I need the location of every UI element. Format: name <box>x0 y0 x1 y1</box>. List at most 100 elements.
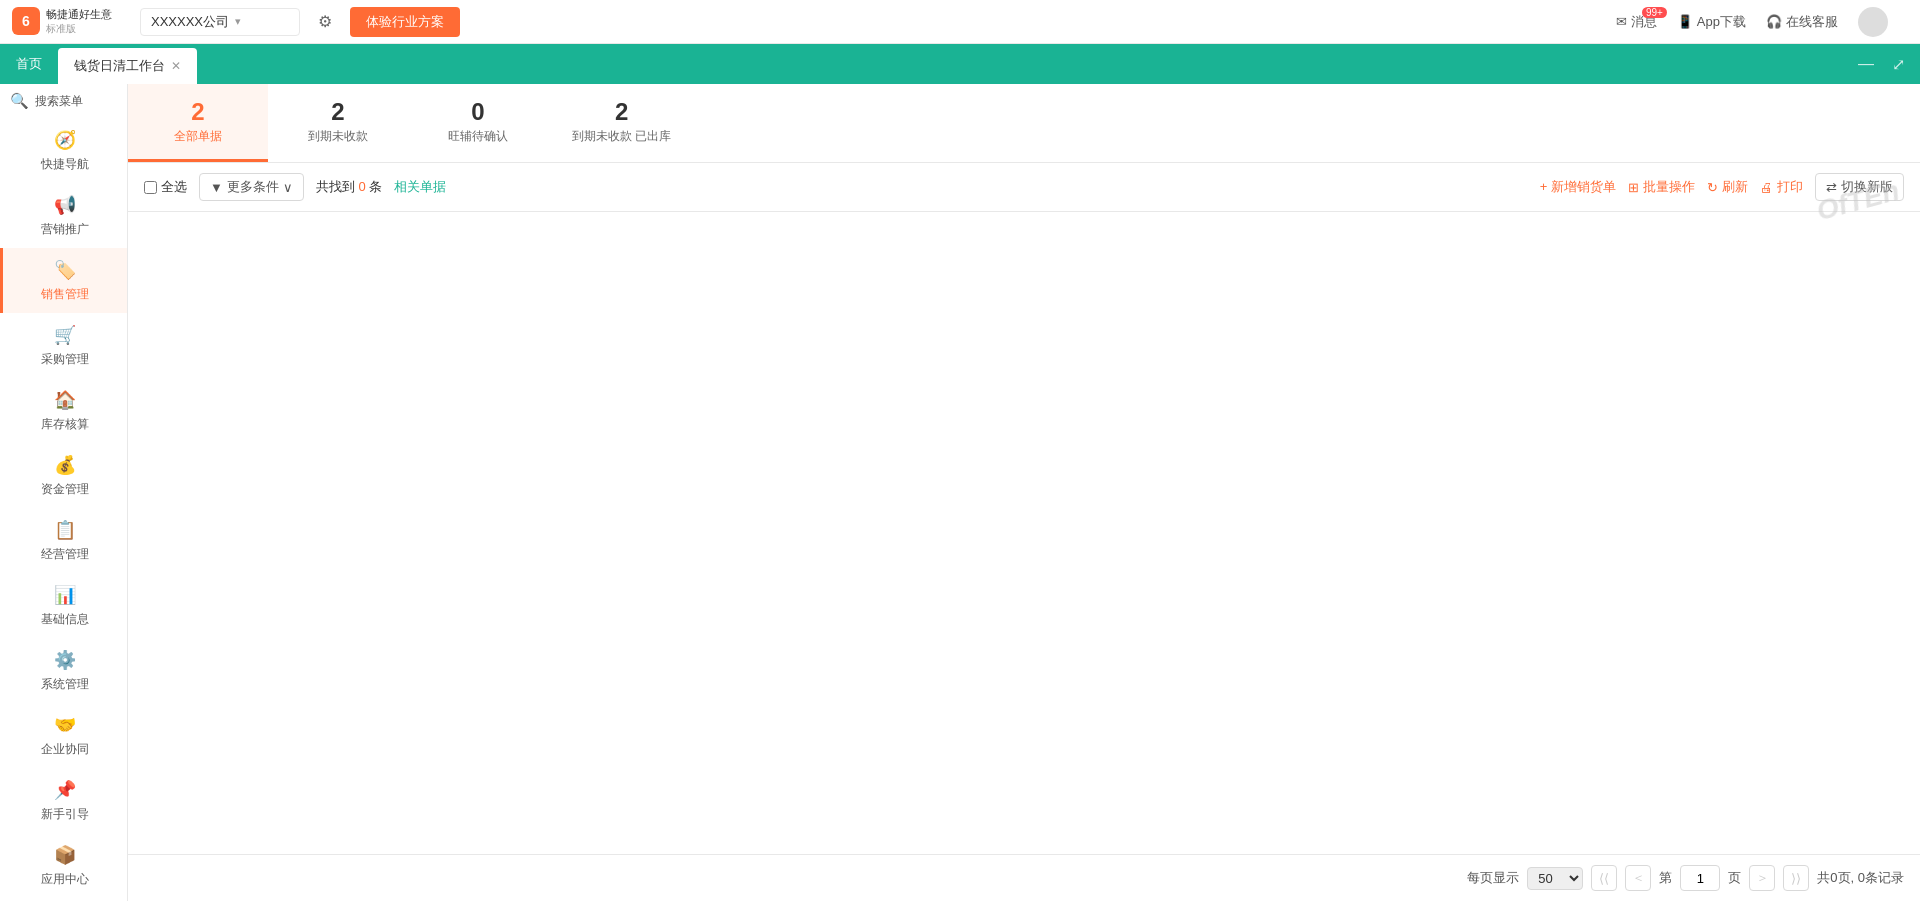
sidebar-item-label: 采购管理 <box>41 351 89 368</box>
sidebar-item-quick-nav[interactable]: 🧭 快捷导航 <box>0 118 127 183</box>
found-text: 共找到 0 条 <box>316 178 382 196</box>
tab-minimize-button[interactable]: — <box>1852 50 1880 78</box>
filter-dropdown-icon: ∨ <box>283 180 293 195</box>
toolbar-right: + 新增销货单 ⊞ 批量操作 ↻ 刷新 🖨 打印 ⇄ 切换新版 <box>1540 173 1904 201</box>
tab-maximize-button[interactable]: ⤢ <box>1884 50 1912 78</box>
sidebar: 🔍 搜索菜单 🧭 快捷导航 📢 营销推广 🏷️ 销售管理 🛒 采购管理 🏠 库存… <box>0 84 128 901</box>
enterprise-icon: 🤝 <box>53 713 77 737</box>
stat-card-all[interactable]: 2 全部单据 <box>128 84 268 162</box>
per-page-select[interactable]: 50 10 20 100 <box>1527 867 1583 890</box>
add-sales-button[interactable]: + 新增销货单 <box>1540 178 1616 196</box>
page-last-button[interactable]: ⟩⟩ <box>1783 865 1809 891</box>
tab-money-goods[interactable]: 钱货日清工作台 ✕ <box>58 48 197 84</box>
nav-tabs-right: — ⤢ <box>1852 44 1920 84</box>
sidebar-item-label: 资金管理 <box>41 481 89 498</box>
operation-icon: 📋 <box>53 518 77 542</box>
page-prev-button[interactable]: ＜ <box>1625 865 1651 891</box>
messages-button[interactable]: ✉ 消息 99+ <box>1616 13 1657 31</box>
stat-label-pending: 旺辅待确认 <box>448 128 508 145</box>
experience-button[interactable]: 体验行业方案 <box>350 7 460 37</box>
found-count: 0 <box>359 179 366 194</box>
inventory-icon: 🏠 <box>53 388 77 412</box>
logo-area: 6 畅捷通好生意 标准版 <box>12 7 140 35</box>
stat-card-shipped[interactable]: 2 到期未收款 已出库 <box>548 84 695 162</box>
sidebar-item-inventory[interactable]: 🏠 库存核算 <box>0 378 127 443</box>
refresh-button[interactable]: ↻ 刷新 <box>1707 178 1748 196</box>
switch-button[interactable]: ⇄ 切换新版 <box>1815 173 1904 201</box>
sidebar-item-label: 库存核算 <box>41 416 89 433</box>
sidebar-item-sales[interactable]: 🏷️ 销售管理 <box>0 248 127 313</box>
sidebar-item-label: 企业协同 <box>41 741 89 758</box>
total-info: 共0页, 0条记录 <box>1817 869 1904 887</box>
sidebar-item-basic-info[interactable]: 📊 基础信息 <box>0 573 127 638</box>
app-center-icon: 📦 <box>53 843 77 867</box>
service-icon: 🎧 <box>1766 14 1782 29</box>
sidebar-item-system[interactable]: ⚙️ 系统管理 <box>0 638 127 703</box>
nav-tabs: 首页 钱货日清工作台 ✕ — ⤢ <box>0 44 1920 84</box>
tab-close-icon[interactable]: ✕ <box>171 59 181 73</box>
batch-button[interactable]: ⊞ 批量操作 <box>1628 178 1695 196</box>
stat-number-shipped: 2 <box>615 98 628 126</box>
top-header: 6 畅捷通好生意 标准版 XXXXXX公司 ▾ ⚙ 体验行业方案 ✉ 消息 99… <box>0 0 1920 44</box>
table-area <box>128 212 1920 854</box>
page-unit: 页 <box>1728 869 1741 887</box>
guide-icon: 📌 <box>53 778 77 802</box>
select-all-label: 全选 <box>161 178 187 196</box>
finance-icon: 💰 <box>53 453 77 477</box>
app-version: 标准版 <box>46 22 112 36</box>
sales-icon: 🏷️ <box>53 258 77 282</box>
download-icon: 📱 <box>1677 14 1693 29</box>
sidebar-item-marketing[interactable]: 📢 营销推广 <box>0 183 127 248</box>
sidebar-item-purchase[interactable]: 🛒 采购管理 <box>0 313 127 378</box>
company-selector[interactable]: XXXXXX公司 ▾ <box>140 8 300 36</box>
refresh-icon: ↻ <box>1707 180 1718 195</box>
sidebar-item-label: 销售管理 <box>41 286 89 303</box>
sidebar-item-finance[interactable]: 💰 资金管理 <box>0 443 127 508</box>
system-icon: ⚙️ <box>53 648 77 672</box>
search-label: 搜索菜单 <box>35 93 83 110</box>
user-avatar[interactable] <box>1858 7 1888 37</box>
sidebar-item-label: 应用中心 <box>41 871 89 888</box>
related-link[interactable]: 相关单据 <box>394 178 446 196</box>
switch-icon: ⇄ <box>1826 180 1837 195</box>
company-dropdown-arrow: ▾ <box>235 15 241 28</box>
page-input[interactable] <box>1680 865 1720 891</box>
stats-row: 2 全部单据 2 到期未收款 0 旺辅待确认 2 到期未收款 已出库 <box>128 84 1920 163</box>
tab-money-goods-label: 钱货日清工作台 <box>74 57 165 75</box>
pagination: 每页显示 50 10 20 100 ⟨⟨ ＜ 第 页 ＞ ⟩⟩ 共0页, 0条记… <box>128 854 1920 901</box>
sidebar-item-enterprise[interactable]: 🤝 企业协同 <box>0 703 127 768</box>
sidebar-item-operation[interactable]: 📋 经营管理 <box>0 508 127 573</box>
search-icon: 🔍 <box>10 92 29 110</box>
company-name: XXXXXX公司 <box>151 13 229 31</box>
message-badge: 99+ <box>1642 7 1667 18</box>
tab-home-label: 首页 <box>16 55 42 73</box>
filter-button[interactable]: ▼ 更多条件 ∨ <box>199 173 304 201</box>
page-next-button[interactable]: ＞ <box>1749 865 1775 891</box>
tab-home[interactable]: 首页 <box>0 44 58 84</box>
sidebar-search[interactable]: 🔍 搜索菜单 <box>0 84 127 118</box>
select-all-area[interactable]: 全选 <box>144 178 187 196</box>
purchase-icon: 🛒 <box>53 323 77 347</box>
sidebar-item-guide[interactable]: 📌 新手引导 <box>0 768 127 833</box>
stat-label-all: 全部单据 <box>174 128 222 145</box>
stat-card-overdue[interactable]: 2 到期未收款 <box>268 84 408 162</box>
sidebar-item-label: 新手引导 <box>41 806 89 823</box>
app-name: 畅捷通好生意 <box>46 7 112 21</box>
stat-number-overdue: 2 <box>331 98 344 126</box>
page-first-button[interactable]: ⟨⟨ <box>1591 865 1617 891</box>
stat-number-all: 2 <box>191 98 204 126</box>
sidebar-item-label: 系统管理 <box>41 676 89 693</box>
sidebar-item-app-center[interactable]: 📦 应用中心 <box>0 833 127 898</box>
stat-card-pending[interactable]: 0 旺辅待确认 <box>408 84 548 162</box>
print-button[interactable]: 🖨 打印 <box>1760 178 1803 196</box>
app-logo-icon: 6 <box>12 7 40 35</box>
settings-button[interactable]: ⚙ <box>310 7 340 37</box>
basic-info-icon: 📊 <box>53 583 77 607</box>
stat-label-shipped: 到期未收款 已出库 <box>572 128 671 145</box>
online-service-button[interactable]: 🎧 在线客服 <box>1766 13 1838 31</box>
select-all-checkbox[interactable] <box>144 181 157 194</box>
main-layout: 🔍 搜索菜单 🧭 快捷导航 📢 营销推广 🏷️ 销售管理 🛒 采购管理 🏠 库存… <box>0 84 1920 901</box>
message-icon: ✉ <box>1616 14 1627 29</box>
app-download-button[interactable]: 📱 App下载 <box>1677 13 1746 31</box>
sidebar-item-label: 营销推广 <box>41 221 89 238</box>
